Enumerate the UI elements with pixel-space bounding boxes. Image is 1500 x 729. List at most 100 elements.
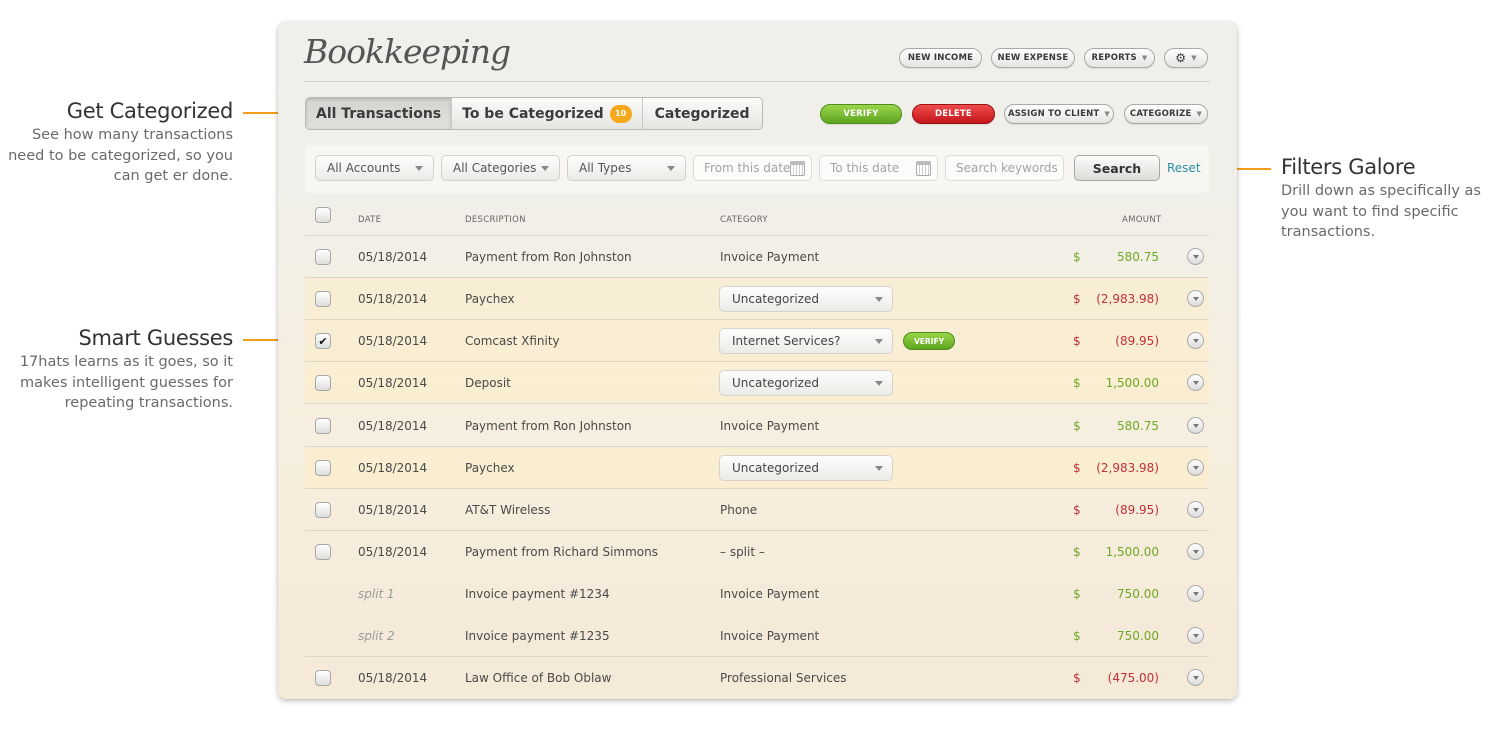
accounts-select[interactable]: All Accounts (315, 155, 434, 181)
row-checkbox[interactable] (315, 291, 331, 307)
table-row: 05/18/2014 AT&T Wireless Phone $ (89.95) (305, 489, 1209, 531)
row-amount: (89.95) (1115, 334, 1159, 348)
button-label: NEW INCOME (907, 53, 974, 63)
row-menu-button[interactable] (1187, 501, 1204, 518)
reset-link[interactable]: Reset (1167, 161, 1201, 175)
row-date: 05/18/2014 (358, 334, 428, 348)
row-menu-button[interactable] (1187, 585, 1204, 602)
table-row: 05/18/2014 Law Office of Bob Oblaw Profess… (305, 657, 1209, 699)
caret-down-icon (875, 297, 883, 302)
row-date: 05/18/2014 (358, 250, 428, 264)
row-category: – split – (720, 545, 765, 559)
row-category: Invoice Payment (720, 419, 820, 433)
caret-down-icon: ▼ (1141, 54, 1148, 62)
row-amount: 750.00 (1117, 587, 1159, 601)
calendar-icon[interactable] (916, 161, 931, 176)
table-row: ✔ 05/18/2014 Comcast Xfinity Internet Servi… (305, 320, 1209, 362)
row-menu-button[interactable] (1187, 374, 1204, 391)
row-checkbox[interactable] (315, 460, 331, 476)
row-menu-button[interactable] (1187, 627, 1204, 644)
currency-symbol: $ (1073, 250, 1081, 264)
filter-bar: All Accounts All Categories All Types Fr… (305, 145, 1209, 193)
from-date-input[interactable]: From this date (693, 155, 812, 181)
row-amount: (475.00) (1107, 671, 1159, 685)
row-date: 05/18/2014 (358, 292, 428, 306)
transaction-tabs: All Transactions To be Categorized 10 Cat… (305, 97, 763, 130)
callout-body: Drill down as specifically as you want t… (1281, 183, 1481, 240)
callout-smart-guesses: Smart Guesses 17hats learns as it goes, … (0, 326, 233, 414)
row-description: Payment from Richard Simmons (465, 545, 659, 559)
callout-connector (243, 112, 283, 114)
callout-title: Get Categorized (66, 99, 234, 123)
row-verify-button[interactable]: VERIFY (903, 332, 955, 350)
row-checkbox[interactable]: ✔ (315, 333, 331, 349)
split-label: split 2 (358, 629, 395, 643)
categories-select[interactable]: All Categories (441, 155, 560, 181)
row-checkbox[interactable] (315, 375, 331, 391)
row-menu-button[interactable] (1187, 459, 1204, 476)
select-value: All Types (579, 161, 632, 175)
new-expense-button[interactable]: NEW EXPENSE (991, 48, 1075, 68)
settings-dropdown[interactable]: ⚙ ▼ (1164, 48, 1208, 68)
select-all-checkbox[interactable] (315, 207, 331, 223)
split-row: split 1 Invoice payment #1234 Invoice Paym… (305, 573, 1209, 615)
search-button[interactable]: Search (1074, 155, 1160, 181)
table-row: 05/18/2014 Payment from Richard Simmons – … (305, 531, 1209, 573)
new-income-button[interactable]: NEW INCOME (899, 48, 982, 68)
select-value: Uncategorized (732, 461, 819, 475)
tab-categorized[interactable]: Categorized (641, 98, 762, 129)
row-menu-button[interactable] (1187, 290, 1204, 307)
category-select[interactable]: Uncategorized (719, 370, 893, 396)
row-category: Invoice Payment (720, 629, 820, 643)
row-description: Payment from Ron Johnston (465, 419, 632, 433)
assign-to-client-dropdown[interactable]: ASSIGN TO CLIENT ▼ (1004, 104, 1114, 124)
delete-button[interactable]: DELETE (912, 104, 995, 124)
row-date: 05/18/2014 (358, 503, 428, 517)
row-checkbox[interactable] (315, 249, 331, 265)
category-select[interactable]: Uncategorized (719, 455, 893, 481)
button-label: NEW EXPENSE (997, 53, 1069, 63)
row-menu-button[interactable] (1187, 417, 1204, 434)
button-label: ASSIGN TO CLIENT (1008, 109, 1100, 119)
types-select[interactable]: All Types (567, 155, 686, 181)
row-menu-button[interactable] (1187, 332, 1204, 349)
row-menu-button[interactable] (1187, 669, 1204, 686)
row-checkbox[interactable] (315, 670, 331, 686)
row-description: Payment from Ron Johnston (465, 250, 632, 264)
button-label: VERIFY (843, 109, 879, 119)
callout-title: Smart Guesses (78, 326, 233, 350)
placeholder: To this date (830, 161, 900, 175)
calendar-icon[interactable] (790, 161, 805, 176)
row-checkbox[interactable] (315, 418, 331, 434)
checkmark-icon: ✔ (318, 334, 328, 348)
row-amount: 1,500.00 (1105, 545, 1159, 559)
column-description: DESCRIPTION (465, 215, 526, 225)
caret-down-icon (875, 381, 883, 386)
tab-to-be-categorized[interactable]: To be Categorized 10 (451, 98, 642, 129)
category-select[interactable]: Uncategorized (719, 286, 893, 312)
category-select[interactable]: Internet Services? (719, 328, 893, 354)
row-description: Paychex (465, 292, 515, 306)
column-category: CATEGORY (720, 215, 768, 225)
row-amount: (2,983.98) (1096, 292, 1159, 306)
verify-button[interactable]: VERIFY (820, 104, 902, 124)
row-date: 05/18/2014 (358, 545, 428, 559)
caret-down-icon (667, 166, 675, 171)
row-checkbox[interactable] (315, 544, 331, 560)
categorize-dropdown[interactable]: CATEGORIZE ▼ (1124, 104, 1208, 124)
currency-symbol: $ (1073, 503, 1081, 517)
to-date-input[interactable]: To this date (819, 155, 938, 181)
header-divider (304, 81, 1210, 82)
tab-all-transactions[interactable]: All Transactions (306, 98, 452, 129)
row-menu-button[interactable] (1187, 543, 1204, 560)
row-date: 05/18/2014 (358, 461, 428, 475)
currency-symbol: $ (1073, 587, 1081, 601)
reports-dropdown[interactable]: REPORTS ▼ (1084, 48, 1155, 68)
row-menu-button[interactable] (1187, 248, 1204, 265)
keywords-search-input[interactable]: Search keywords (945, 155, 1064, 181)
row-checkbox[interactable] (315, 502, 331, 518)
row-amount: 1,500.00 (1105, 376, 1159, 390)
row-amount: (2,983.98) (1096, 461, 1159, 475)
row-amount: 580.75 (1117, 250, 1159, 264)
bookkeeping-panel: Bookkeeping NEW INCOME NEW EXPENSE REPOR… (278, 22, 1237, 699)
